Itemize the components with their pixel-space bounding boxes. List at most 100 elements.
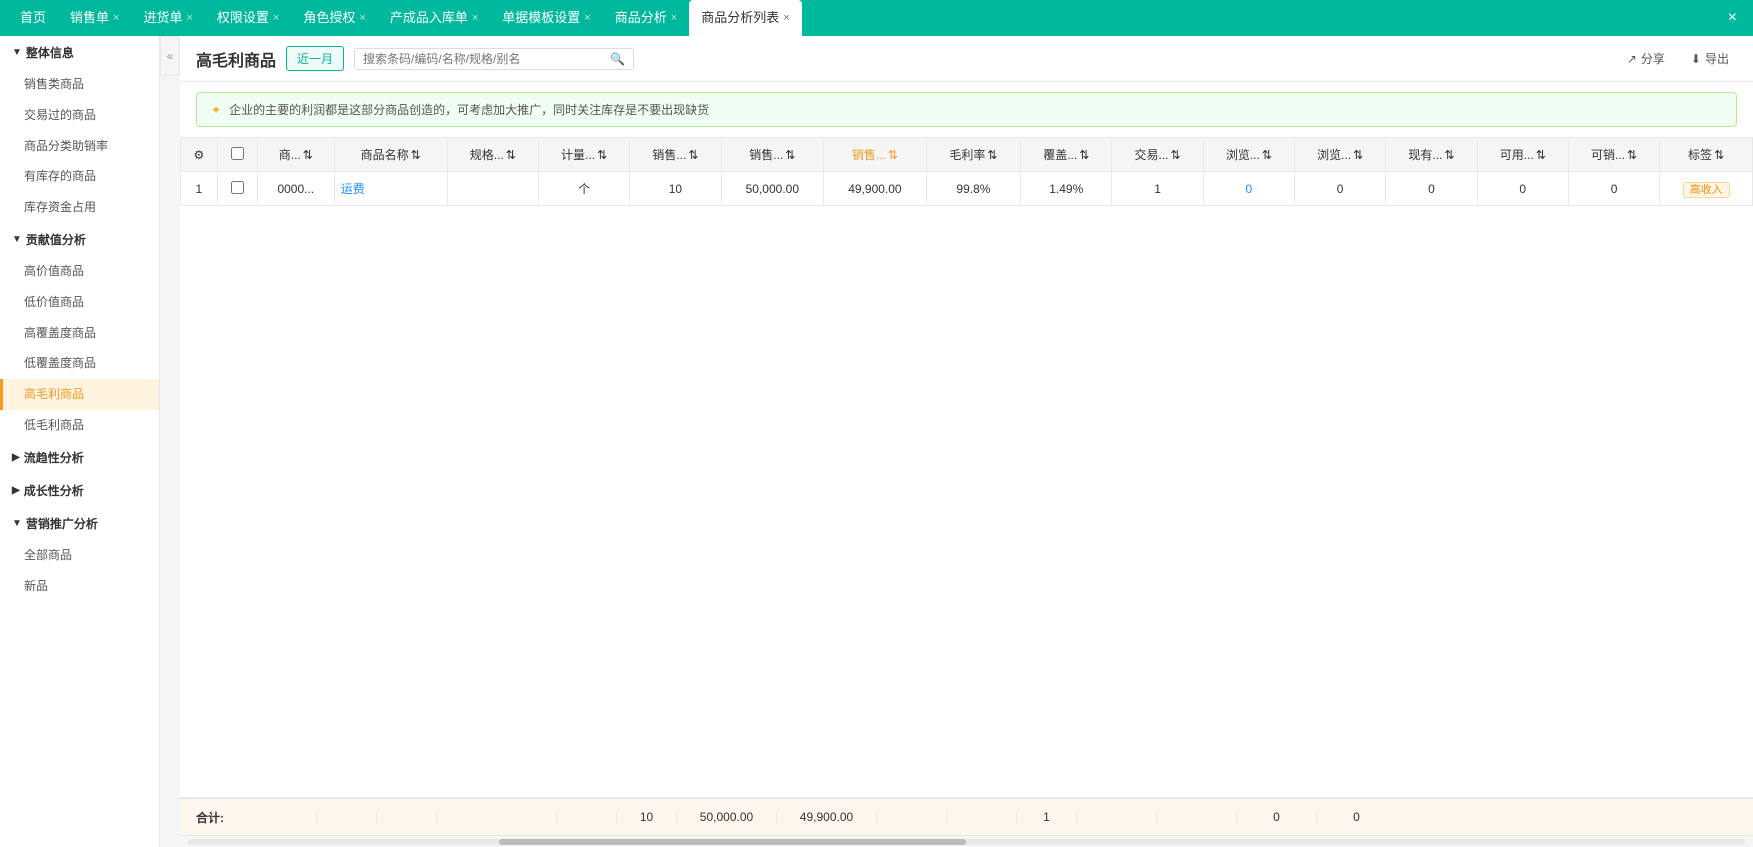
col-available[interactable]: 可用... ⇅ xyxy=(1477,138,1568,172)
col-name[interactable]: 商品名称 ⇅ xyxy=(334,138,447,172)
nav-analysis-list[interactable]: 商品分析列表 × xyxy=(689,0,801,36)
sort-icon-view1[interactable]: ⇅ xyxy=(1262,148,1272,162)
nav-analysis-list-close[interactable]: × xyxy=(783,0,789,36)
col-unit[interactable]: 计量... ⇅ xyxy=(538,138,629,172)
content-area: 高毛利商品 近一月 🔍 ↗ 分享 ⬇ 导出 ✦ 企业的主要的利润都是这部分商品创… xyxy=(180,36,1753,847)
cell-name[interactable]: 运费 xyxy=(334,172,447,206)
sort-icon-spec[interactable]: ⇅ xyxy=(506,148,516,162)
col-settings[interactable]: ⚙ xyxy=(181,138,218,172)
search-box: 🔍 xyxy=(354,48,634,70)
sidebar-item-high-margin[interactable]: 高毛利商品 xyxy=(0,379,159,410)
sidebar-item-low-value[interactable]: 低价值商品 xyxy=(0,287,159,318)
row-checkbox[interactable] xyxy=(231,181,244,194)
sort-icon-view2[interactable]: ⇅ xyxy=(1353,148,1363,162)
sort-icon-saleable[interactable]: ⇅ xyxy=(1627,148,1637,162)
nav-product-in[interactable]: 产成品入库单 × xyxy=(378,0,490,36)
sidebar-item-new-goods[interactable]: 新品 xyxy=(0,571,159,602)
sort-icon-sale-qty[interactable]: ⇅ xyxy=(688,148,698,162)
nav-role[interactable]: 角色授权 × xyxy=(291,0,377,36)
col-tag[interactable]: 标签 ⇅ xyxy=(1660,138,1753,172)
sidebar-item-sales-goods[interactable]: 销售类商品 xyxy=(0,69,159,100)
filter-recent-month-button[interactable]: 近一月 xyxy=(286,46,344,71)
sort-icon-gross[interactable]: ⇅ xyxy=(987,148,997,162)
nav-sales[interactable]: 销售单 × xyxy=(58,0,131,36)
cell-checkbox[interactable] xyxy=(217,172,257,206)
col-view2[interactable]: 浏览... ⇅ xyxy=(1295,138,1386,172)
col-view1[interactable]: 浏览... ⇅ xyxy=(1203,138,1294,172)
nav-analysis[interactable]: 商品分析 × xyxy=(603,0,689,36)
sort-icon-available[interactable]: ⇅ xyxy=(1536,148,1546,162)
nav-purchase[interactable]: 进货单 × xyxy=(131,0,204,36)
cell-coverage: 1.49% xyxy=(1021,172,1112,206)
nav-analysis-close[interactable]: × xyxy=(671,0,677,36)
col-sale-amt[interactable]: 销售... ⇅ xyxy=(721,138,824,172)
sidebar-group-contribution[interactable]: ▼ 贡献值分析 xyxy=(0,223,159,256)
sidebar-item-stock-capital[interactable]: 库存资金占用 xyxy=(0,192,159,223)
export-button[interactable]: ⬇ 导出 xyxy=(1683,46,1737,71)
table-wrapper[interactable]: ⚙ 商... ⇅ 商品名称 ⇅ 规格... ⇅ 计量... ⇅ 销售... ⇅ … xyxy=(180,137,1753,797)
col-gross-rate[interactable]: 毛利率 ⇅ xyxy=(926,138,1020,172)
export-icon: ⬇ xyxy=(1691,52,1701,66)
horizontal-scrollbar[interactable] xyxy=(180,835,1753,847)
nav-template[interactable]: 单据模板设置 × xyxy=(490,0,602,36)
select-all-checkbox[interactable] xyxy=(231,147,244,160)
scrollbar-thumb[interactable] xyxy=(499,839,966,845)
window-close-button[interactable]: × xyxy=(1720,9,1745,27)
col-transaction[interactable]: 交易... ⇅ xyxy=(1112,138,1203,172)
col-coverage[interactable]: 覆盖... ⇅ xyxy=(1021,138,1112,172)
table-row[interactable]: 1 0000... 运费 个 10 50,000.00 49,900.00 99… xyxy=(181,172,1753,206)
page-title: 高毛利商品 xyxy=(196,47,276,71)
sort-icon-coverage[interactable]: ⇅ xyxy=(1079,148,1089,162)
sort-icon-unit[interactable]: ⇅ xyxy=(597,148,607,162)
sort-icon-code[interactable]: ⇅ xyxy=(303,148,313,162)
sidebar-item-low-margin[interactable]: 低毛利商品 xyxy=(0,410,159,441)
sidebar-item-high-value[interactable]: 高价值商品 xyxy=(0,256,159,287)
sort-icon-sale-amt[interactable]: ⇅ xyxy=(785,148,795,162)
col-code[interactable]: 商... ⇅ xyxy=(257,138,334,172)
col-saleable[interactable]: 可销... ⇅ xyxy=(1568,138,1659,172)
sidebar-group-trend[interactable]: ▶ 流趋性分析 xyxy=(0,441,159,474)
scrollbar-track[interactable] xyxy=(188,839,1745,845)
col-sale-profit[interactable]: 销售... ⇅ xyxy=(824,138,927,172)
nav-sales-close[interactable]: × xyxy=(113,0,119,36)
main-table: ⚙ 商... ⇅ 商品名称 ⇅ 规格... ⇅ 计量... ⇅ 销售... ⇅ … xyxy=(180,137,1753,206)
col-spec[interactable]: 规格... ⇅ xyxy=(447,138,538,172)
sidebar-item-stocked-goods[interactable]: 有库存的商品 xyxy=(0,161,159,192)
sidebar-item-low-coverage[interactable]: 低覆盖度商品 xyxy=(0,348,159,379)
sort-icon-current[interactable]: ⇅ xyxy=(1444,148,1454,162)
nav-product-in-close[interactable]: × xyxy=(472,0,478,36)
col-sale-qty[interactable]: 销售... ⇅ xyxy=(630,138,721,172)
settings-icon[interactable]: ⚙ xyxy=(193,148,204,162)
nav-home[interactable]: 首页 xyxy=(8,0,58,36)
table-header-row: ⚙ 商... ⇅ 商品名称 ⇅ 规格... ⇅ 计量... ⇅ 销售... ⇅ … xyxy=(181,138,1753,172)
sidebar-item-traded-goods[interactable]: 交易过的商品 xyxy=(0,100,159,131)
sidebar-collapse-button[interactable]: « xyxy=(160,36,180,76)
cell-view1[interactable]: 0 xyxy=(1203,172,1294,206)
footer-available: 0 xyxy=(1316,810,1396,824)
cell-transaction: 1 xyxy=(1112,172,1203,206)
nav-permission-close[interactable]: × xyxy=(273,0,279,36)
sort-icon-tag[interactable]: ⇅ xyxy=(1714,148,1724,162)
nav-permission[interactable]: 权限设置 × xyxy=(205,0,291,36)
sort-icon-transaction[interactable]: ⇅ xyxy=(1171,148,1181,162)
sidebar-group-marketing[interactable]: ▼ 营销推广分析 xyxy=(0,507,159,540)
nav-purchase-close[interactable]: × xyxy=(186,0,192,36)
footer-spacer1 xyxy=(316,810,376,824)
sidebar-item-high-coverage[interactable]: 高覆盖度商品 xyxy=(0,318,159,349)
sidebar-group-overall[interactable]: ▼ 整体信息 xyxy=(0,36,159,69)
cell-sale-profit: 49,900.00 xyxy=(824,172,927,206)
nav-template-close[interactable]: × xyxy=(584,0,590,36)
search-icon[interactable]: 🔍 xyxy=(610,52,625,66)
share-button[interactable]: ↗ 分享 xyxy=(1619,46,1673,71)
sidebar-item-all-goods[interactable]: 全部商品 xyxy=(0,540,159,571)
sidebar-group-growth[interactable]: ▶ 成长性分析 xyxy=(0,474,159,507)
col-current[interactable]: 现有... ⇅ xyxy=(1386,138,1477,172)
search-input[interactable] xyxy=(363,52,610,66)
sidebar-item-category-rate[interactable]: 商品分类助销率 xyxy=(0,131,159,162)
group-marketing-arrow: ▼ xyxy=(12,518,22,529)
nav-role-close[interactable]: × xyxy=(359,0,365,36)
sort-icon-sale-profit[interactable]: ⇅ xyxy=(888,148,898,162)
sort-icon-name[interactable]: ⇅ xyxy=(411,148,421,162)
col-checkbox[interactable] xyxy=(217,138,257,172)
group-contribution-arrow: ▼ xyxy=(12,234,22,245)
